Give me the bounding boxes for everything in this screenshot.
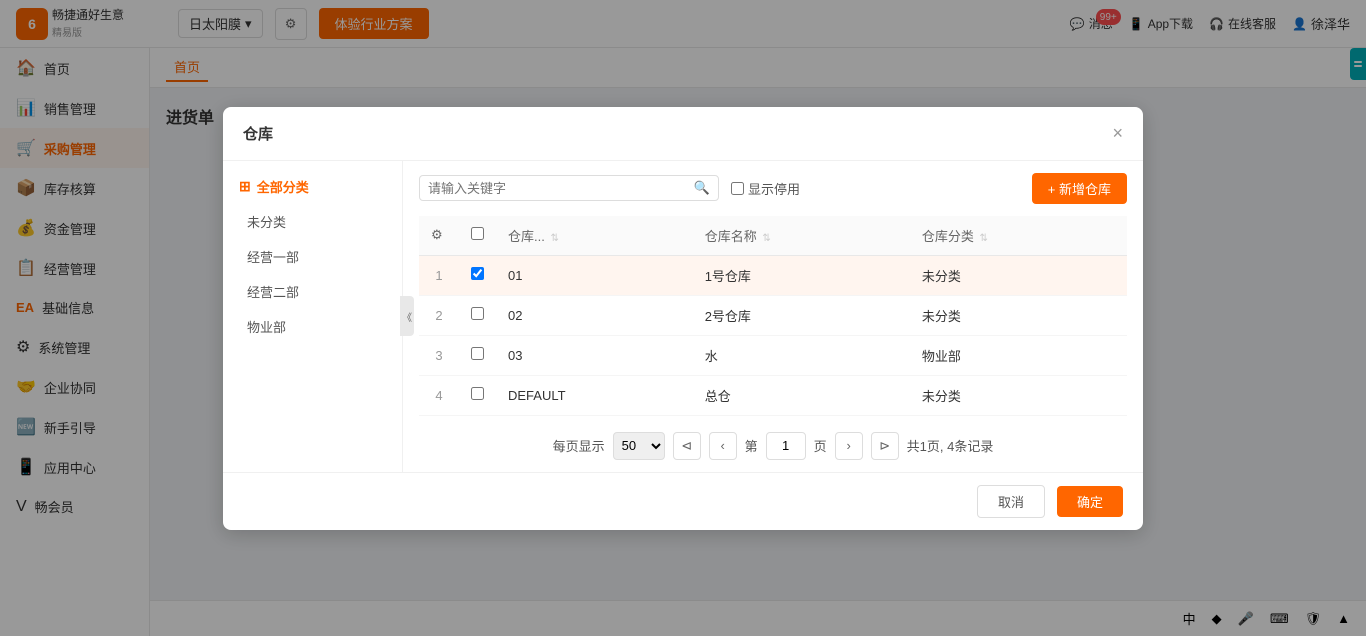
row-name: 2号仓库	[693, 295, 910, 335]
table-row[interactable]: 4 DEFAULT 总仓 未分类	[419, 375, 1127, 415]
row-code: 03	[496, 335, 693, 375]
table-row[interactable]: 1 01 1号仓库 未分类	[419, 255, 1127, 295]
page-number-input[interactable]	[766, 432, 806, 460]
modal-header: 仓库 ×	[223, 107, 1143, 161]
row-index: 3	[419, 335, 459, 375]
row-name: 1号仓库	[693, 255, 910, 295]
col-checkbox	[459, 216, 496, 256]
show-disabled-checkbox[interactable]	[731, 182, 744, 195]
col-code-label: 仓库...	[508, 229, 545, 244]
category-collapse-button[interactable]: 《	[400, 296, 414, 336]
row-category: 物业部	[910, 335, 1127, 375]
modal-close-button[interactable]: ×	[1112, 124, 1123, 142]
add-warehouse-button[interactable]: + 新增仓库	[1032, 173, 1127, 204]
confirm-button[interactable]: 确定	[1057, 486, 1123, 517]
search-box: 🔍	[419, 175, 719, 201]
modal-overlay[interactable]: 仓库 × ⊞ 全部分类 未分类 经营一部 经营二部 物业部 《	[0, 0, 1366, 636]
row-checkbox[interactable]	[459, 335, 496, 375]
row-index: 4	[419, 375, 459, 415]
cancel-button[interactable]: 取消	[977, 485, 1045, 518]
first-page-button[interactable]: ⊲	[673, 432, 701, 460]
row-code: 01	[496, 255, 693, 295]
total-info: 共1页, 4条记录	[907, 436, 994, 455]
col-name: 仓库名称 ⇅	[693, 216, 910, 256]
page-label: 第	[745, 436, 758, 455]
per-page-label: 每页显示	[553, 436, 605, 455]
row-checkbox[interactable]	[459, 375, 496, 415]
row-index: 1	[419, 255, 459, 295]
col-category: 仓库分类 ⇅	[910, 216, 1127, 256]
select-all-checkbox[interactable]	[471, 227, 484, 240]
row-index: 2	[419, 295, 459, 335]
search-icon[interactable]: 🔍	[694, 180, 710, 196]
table-panel: 🔍 显示停用 + 新增仓库 ⚙	[403, 161, 1143, 472]
warehouse-modal: 仓库 × ⊞ 全部分类 未分类 经营一部 经营二部 物业部 《	[223, 107, 1143, 530]
sort-icon-code: ⇅	[550, 233, 558, 244]
modal-body: ⊞ 全部分类 未分类 经营一部 经营二部 物业部 《 🔍	[223, 161, 1143, 472]
last-page-button[interactable]: ⊳	[871, 432, 899, 460]
page-suffix: 页	[814, 436, 827, 455]
grid-icon: ⊞	[239, 178, 251, 195]
col-code: 仓库... ⇅	[496, 216, 693, 256]
col-name-label: 仓库名称	[705, 229, 757, 244]
next-page-button[interactable]: ›	[835, 432, 863, 460]
prev-page-button[interactable]: ‹	[709, 432, 737, 460]
per-page-select[interactable]: 50 100	[613, 432, 665, 460]
row-checkbox[interactable]	[459, 295, 496, 335]
warehouse-table: ⚙ 仓库... ⇅ 仓库名称 ⇅	[419, 216, 1127, 416]
row-code: 02	[496, 295, 693, 335]
category-item-dept1[interactable]: 经营一部	[223, 239, 402, 274]
row-name: 总仓	[693, 375, 910, 415]
table-toolbar: 🔍 显示停用 + 新增仓库	[419, 173, 1127, 204]
col-category-label: 仓库分类	[922, 229, 974, 244]
table-row[interactable]: 2 02 2号仓库 未分类	[419, 295, 1127, 335]
col-settings: ⚙	[419, 216, 459, 256]
row-category: 未分类	[910, 255, 1127, 295]
row-category: 未分类	[910, 375, 1127, 415]
row-category: 未分类	[910, 295, 1127, 335]
table-container: ⚙ 仓库... ⇅ 仓库名称 ⇅	[419, 216, 1127, 416]
row-name: 水	[693, 335, 910, 375]
sort-icon-name: ⇅	[762, 233, 770, 244]
category-item-unclassified[interactable]: 未分类	[223, 204, 402, 239]
pagination: 每页显示 50 100 ⊲ ‹ 第 页 › ⊳ 共1页, 4条记录	[419, 432, 1127, 460]
row-code: DEFAULT	[496, 375, 693, 415]
category-all-label: 全部分类	[257, 177, 309, 196]
search-input[interactable]	[428, 181, 688, 196]
sort-icon-category: ⇅	[979, 233, 987, 244]
category-all[interactable]: ⊞ 全部分类	[223, 169, 402, 204]
modal-title: 仓库	[243, 123, 273, 144]
category-item-dept2[interactable]: 经营二部	[223, 274, 402, 309]
row-checkbox[interactable]	[459, 255, 496, 295]
show-disabled-label: 显示停用	[731, 179, 800, 198]
table-row[interactable]: 3 03 水 物业部	[419, 335, 1127, 375]
category-item-property[interactable]: 物业部	[223, 309, 402, 344]
show-disabled-text: 显示停用	[748, 179, 800, 198]
modal-footer: 取消 确定	[223, 472, 1143, 530]
category-panel: ⊞ 全部分类 未分类 经营一部 经营二部 物业部 《	[223, 161, 403, 472]
